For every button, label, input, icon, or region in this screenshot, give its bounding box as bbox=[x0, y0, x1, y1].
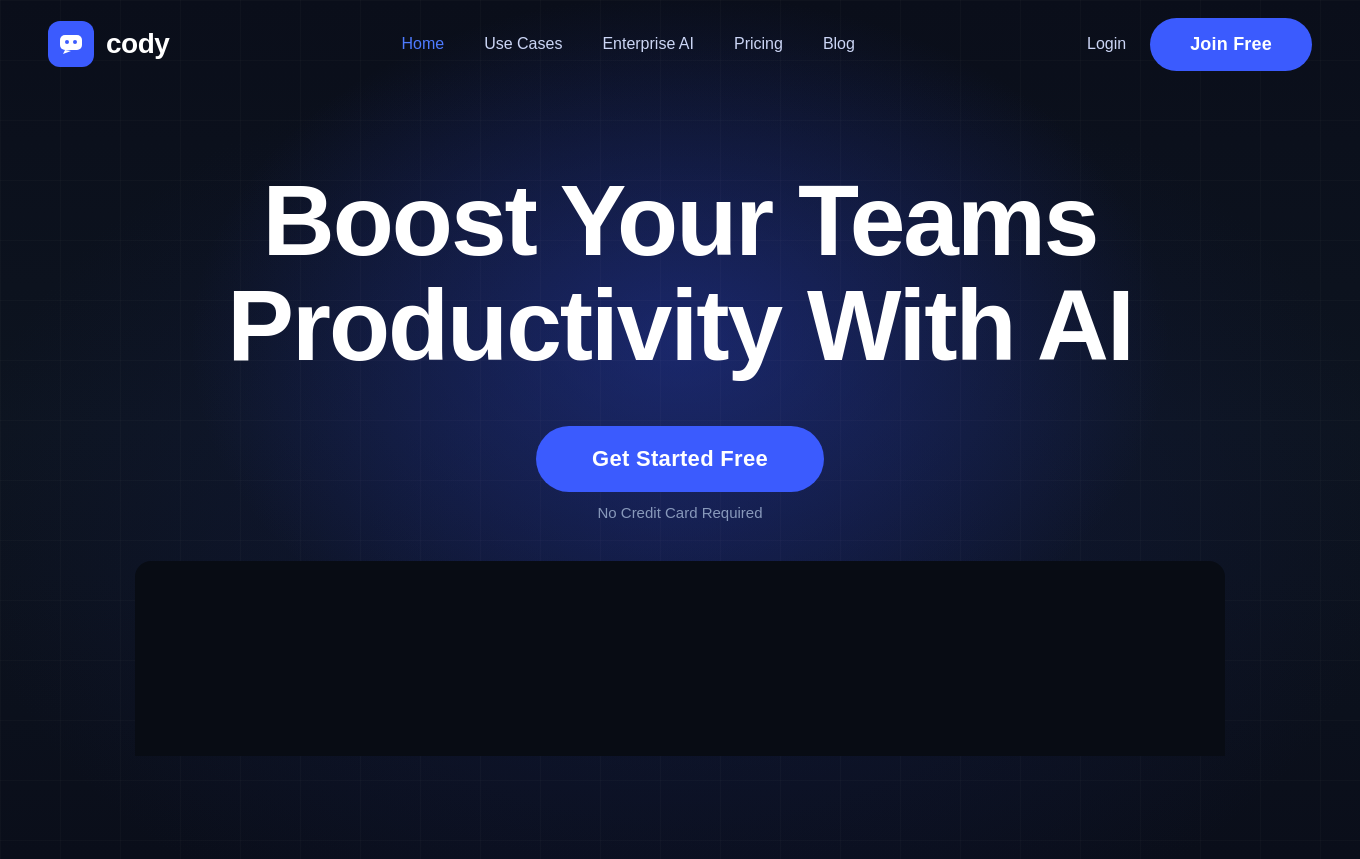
hero-title: Boost Your Teams Productivity With AI bbox=[227, 168, 1132, 378]
nav-link-home[interactable]: Home bbox=[401, 35, 444, 52]
get-started-button[interactable]: Get Started Free bbox=[536, 426, 824, 492]
nav-item-blog[interactable]: Blog bbox=[823, 35, 855, 53]
logo-svg bbox=[57, 30, 85, 58]
join-free-button[interactable]: Join Free bbox=[1150, 18, 1312, 71]
no-credit-text: No Credit Card Required bbox=[597, 504, 762, 521]
nav-link-use-cases[interactable]: Use Cases bbox=[484, 35, 562, 52]
cta-area: Get Started Free No Credit Card Required bbox=[536, 426, 824, 521]
demo-area bbox=[135, 561, 1225, 756]
logo-text: cody bbox=[106, 28, 169, 60]
svg-point-1 bbox=[65, 40, 69, 44]
nav-links: Home Use Cases Enterprise AI Pricing Blo… bbox=[401, 35, 854, 53]
nav-item-pricing[interactable]: Pricing bbox=[734, 35, 783, 53]
nav-item-use-cases[interactable]: Use Cases bbox=[484, 35, 562, 53]
nav-right: Login Join Free bbox=[1087, 18, 1312, 71]
nav-item-enterprise-ai[interactable]: Enterprise AI bbox=[602, 35, 694, 53]
nav-link-enterprise-ai[interactable]: Enterprise AI bbox=[602, 35, 694, 52]
login-link[interactable]: Login bbox=[1087, 35, 1126, 53]
nav-item-home[interactable]: Home bbox=[401, 35, 444, 53]
svg-point-2 bbox=[73, 40, 77, 44]
hero-title-line1: Boost Your Teams bbox=[263, 164, 1098, 276]
logo-link[interactable]: cody bbox=[48, 21, 169, 67]
nav-link-blog[interactable]: Blog bbox=[823, 35, 855, 52]
svg-rect-0 bbox=[60, 35, 82, 50]
hero-title-line2: Productivity With AI bbox=[227, 269, 1132, 381]
logo-icon bbox=[48, 21, 94, 67]
nav-link-pricing[interactable]: Pricing bbox=[734, 35, 783, 52]
hero-section: Boost Your Teams Productivity With AI Ge… bbox=[0, 88, 1360, 521]
navbar: cody Home Use Cases Enterprise AI Pricin… bbox=[0, 0, 1360, 88]
